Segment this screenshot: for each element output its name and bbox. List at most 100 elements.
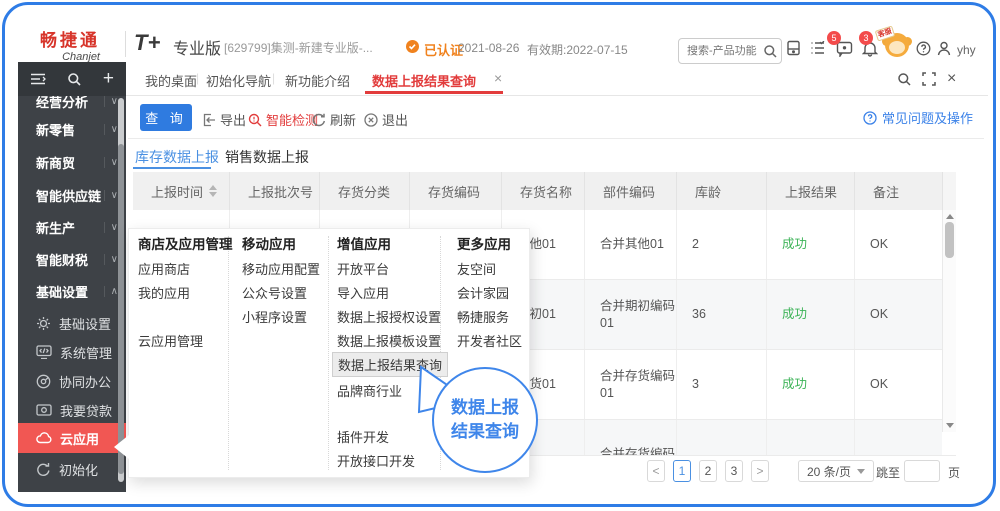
sidebar-item-collaborative-office[interactable]: 协同办公 bbox=[18, 368, 126, 394]
popup-item-chanjet-service[interactable]: 畅捷服务 bbox=[457, 307, 509, 326]
popup-item-accounting-home[interactable]: 会计家园 bbox=[457, 283, 509, 302]
question-circle-icon bbox=[863, 111, 877, 125]
tab-new-features[interactable]: 新功能介绍 bbox=[285, 71, 350, 90]
popup-item-brand-industry[interactable]: 品牌商行业 bbox=[337, 381, 402, 400]
table-header: 上报时间 上报批次号 存货分类 存货编码 存货名称 部件编码 库龄 上报结果 备… bbox=[133, 172, 942, 210]
popup-item-cloud-app-management[interactable]: 云应用管理 bbox=[138, 331, 203, 350]
table-scrollbar[interactable] bbox=[942, 210, 956, 432]
query-button[interactable]: 查 询 bbox=[140, 104, 192, 131]
user-icon[interactable] bbox=[937, 41, 951, 56]
username-label: yhy bbox=[957, 43, 976, 57]
popup-item-my-apps[interactable]: 我的应用 bbox=[138, 283, 190, 302]
menu-icon[interactable] bbox=[30, 73, 46, 85]
prev-page-button[interactable]: < bbox=[647, 460, 665, 482]
sidebar-group-new-trade[interactable]: 新商贸 ∨ bbox=[18, 150, 126, 174]
popup-item-plugin-dev[interactable]: 插件开发 bbox=[337, 427, 389, 446]
sidebar-item-cloud-app[interactable]: 云应用 bbox=[18, 423, 126, 453]
add-icon[interactable]: + bbox=[103, 72, 114, 86]
sidebar-group-smart-supply-chain[interactable]: 智能供应链 ∨ bbox=[18, 183, 126, 207]
sidebar-group-new-retail[interactable]: 新零售 ∨ bbox=[18, 117, 126, 141]
popup-header-store-app-mgmt: 商店及应用管理 bbox=[138, 233, 233, 253]
fullscreen-icon[interactable] bbox=[922, 72, 936, 86]
export-icon bbox=[202, 113, 216, 127]
support-mascot[interactable]: 客服 bbox=[882, 31, 912, 59]
exit-label: 退出 bbox=[382, 110, 408, 129]
sort-icon[interactable] bbox=[209, 185, 217, 197]
sidebar-group-basic-settings[interactable]: 基础设置 ∧ bbox=[18, 279, 126, 303]
help-icon[interactable] bbox=[916, 41, 931, 56]
message-badge: 5 bbox=[827, 31, 841, 45]
cell-report-result bbox=[767, 420, 855, 456]
column-note: 备注 bbox=[855, 172, 942, 210]
sidebar-scrollbar-thumb[interactable] bbox=[118, 144, 124, 474]
column-batch-no: 上报批次号 bbox=[230, 172, 320, 210]
scroll-down-icon[interactable] bbox=[946, 423, 954, 428]
tab-data-report-result-query[interactable]: 数据上报结果查询 bbox=[372, 71, 476, 90]
smart-check-button[interactable]: 智能检测 bbox=[248, 110, 318, 129]
column-stock-age: 库龄 bbox=[677, 172, 767, 210]
group-label: 新生产 bbox=[36, 218, 75, 237]
export-button[interactable]: 导出 bbox=[202, 110, 246, 129]
sidebar-search-icon[interactable] bbox=[67, 72, 82, 87]
page-button-2[interactable]: 2 bbox=[699, 460, 717, 482]
tab-close-icon[interactable]: × bbox=[494, 70, 502, 86]
sidebar-group-business-analysis[interactable]: 经营分析 ∨ bbox=[18, 96, 126, 113]
popup-item-developer-community[interactable]: 开发者社区 bbox=[457, 331, 522, 350]
refresh-button[interactable]: 刷新 bbox=[312, 110, 356, 129]
subtab-inventory-report[interactable]: 库存数据上报 bbox=[135, 147, 219, 167]
cloud-icon bbox=[36, 432, 52, 444]
gear-icon bbox=[36, 316, 51, 331]
message-icon[interactable] bbox=[836, 41, 853, 57]
task-list-icon[interactable] bbox=[810, 41, 826, 55]
table-scrollbar-thumb[interactable] bbox=[945, 222, 954, 258]
tab-init-navigation[interactable]: 初始化导航 bbox=[206, 71, 271, 90]
active-tab-underline bbox=[365, 91, 503, 94]
sidebar-item-initialization[interactable]: 初始化 bbox=[18, 456, 126, 482]
search-icon[interactable] bbox=[763, 44, 778, 59]
group-label: 智能供应链 bbox=[36, 186, 101, 205]
cell-stock-age bbox=[677, 420, 767, 456]
popup-item-import-app[interactable]: 导入应用 bbox=[337, 283, 389, 302]
page-size-select[interactable]: 20 条/页 bbox=[798, 460, 874, 482]
popup-item-official-account-settings[interactable]: 公众号设置 bbox=[242, 283, 307, 302]
sidebar-item-loan[interactable]: 我要贷款 bbox=[18, 397, 126, 423]
page-button-1[interactable]: 1 bbox=[673, 460, 691, 482]
sidebar-group-new-production[interactable]: 新生产 ∨ bbox=[18, 215, 126, 239]
sidebar-group-smart-finance-tax[interactable]: 智能财税 ∨ bbox=[18, 247, 126, 271]
popup-item-open-api-dev[interactable]: 开放接口开发 bbox=[337, 451, 415, 470]
workbench-icon[interactable] bbox=[786, 40, 801, 56]
exit-icon bbox=[364, 113, 378, 127]
sidebar-item-basic-settings[interactable]: 基础设置 bbox=[18, 310, 126, 336]
popup-item-youspace[interactable]: 友空间 bbox=[457, 259, 496, 278]
popup-divider bbox=[228, 236, 229, 470]
collaboration-icon bbox=[36, 374, 51, 389]
tab-separator: | bbox=[196, 71, 199, 85]
popup-header-mobile-apps: 移动应用 bbox=[242, 233, 296, 253]
search-input[interactable] bbox=[687, 45, 763, 57]
column-report-time[interactable]: 上报时间 bbox=[133, 172, 230, 210]
faq-link[interactable]: 常见问题及操作 bbox=[863, 108, 973, 127]
exit-button[interactable]: 退出 bbox=[364, 110, 408, 129]
close-all-icon[interactable]: × bbox=[947, 70, 956, 88]
cell-part-code: 合并存货编码 bbox=[585, 420, 677, 456]
item-label: 系统管理 bbox=[60, 343, 112, 362]
sidebar-item-system-management[interactable]: 系统管理 bbox=[18, 339, 126, 365]
popup-item-data-report-template-settings[interactable]: 数据上报模板设置 bbox=[337, 331, 441, 350]
tab-my-desktop[interactable]: 我的桌面 bbox=[145, 71, 197, 90]
item-label: 基础设置 bbox=[59, 314, 111, 333]
product-search-box[interactable] bbox=[678, 38, 782, 64]
page-button-3[interactable]: 3 bbox=[725, 460, 743, 482]
certified-icon bbox=[405, 39, 420, 54]
jump-page-input[interactable] bbox=[904, 460, 940, 482]
scroll-up-icon[interactable] bbox=[946, 214, 954, 219]
next-page-button[interactable]: > bbox=[751, 460, 769, 482]
smart-check-label: 智能检测 bbox=[266, 110, 318, 129]
popup-item-app-store[interactable]: 应用商店 bbox=[138, 259, 190, 278]
tab-search-icon[interactable] bbox=[897, 72, 912, 87]
subtab-sales-report[interactable]: 销售数据上报 bbox=[225, 147, 309, 167]
popup-item-open-platform[interactable]: 开放平台 bbox=[337, 259, 389, 278]
popup-item-mobile-app-config[interactable]: 移动应用配置 bbox=[242, 259, 320, 278]
item-label: 协同办公 bbox=[59, 372, 111, 391]
popup-item-mini-program-settings[interactable]: 小程序设置 bbox=[242, 307, 307, 326]
popup-item-data-report-auth-settings[interactable]: 数据上报授权设置 bbox=[337, 307, 441, 326]
